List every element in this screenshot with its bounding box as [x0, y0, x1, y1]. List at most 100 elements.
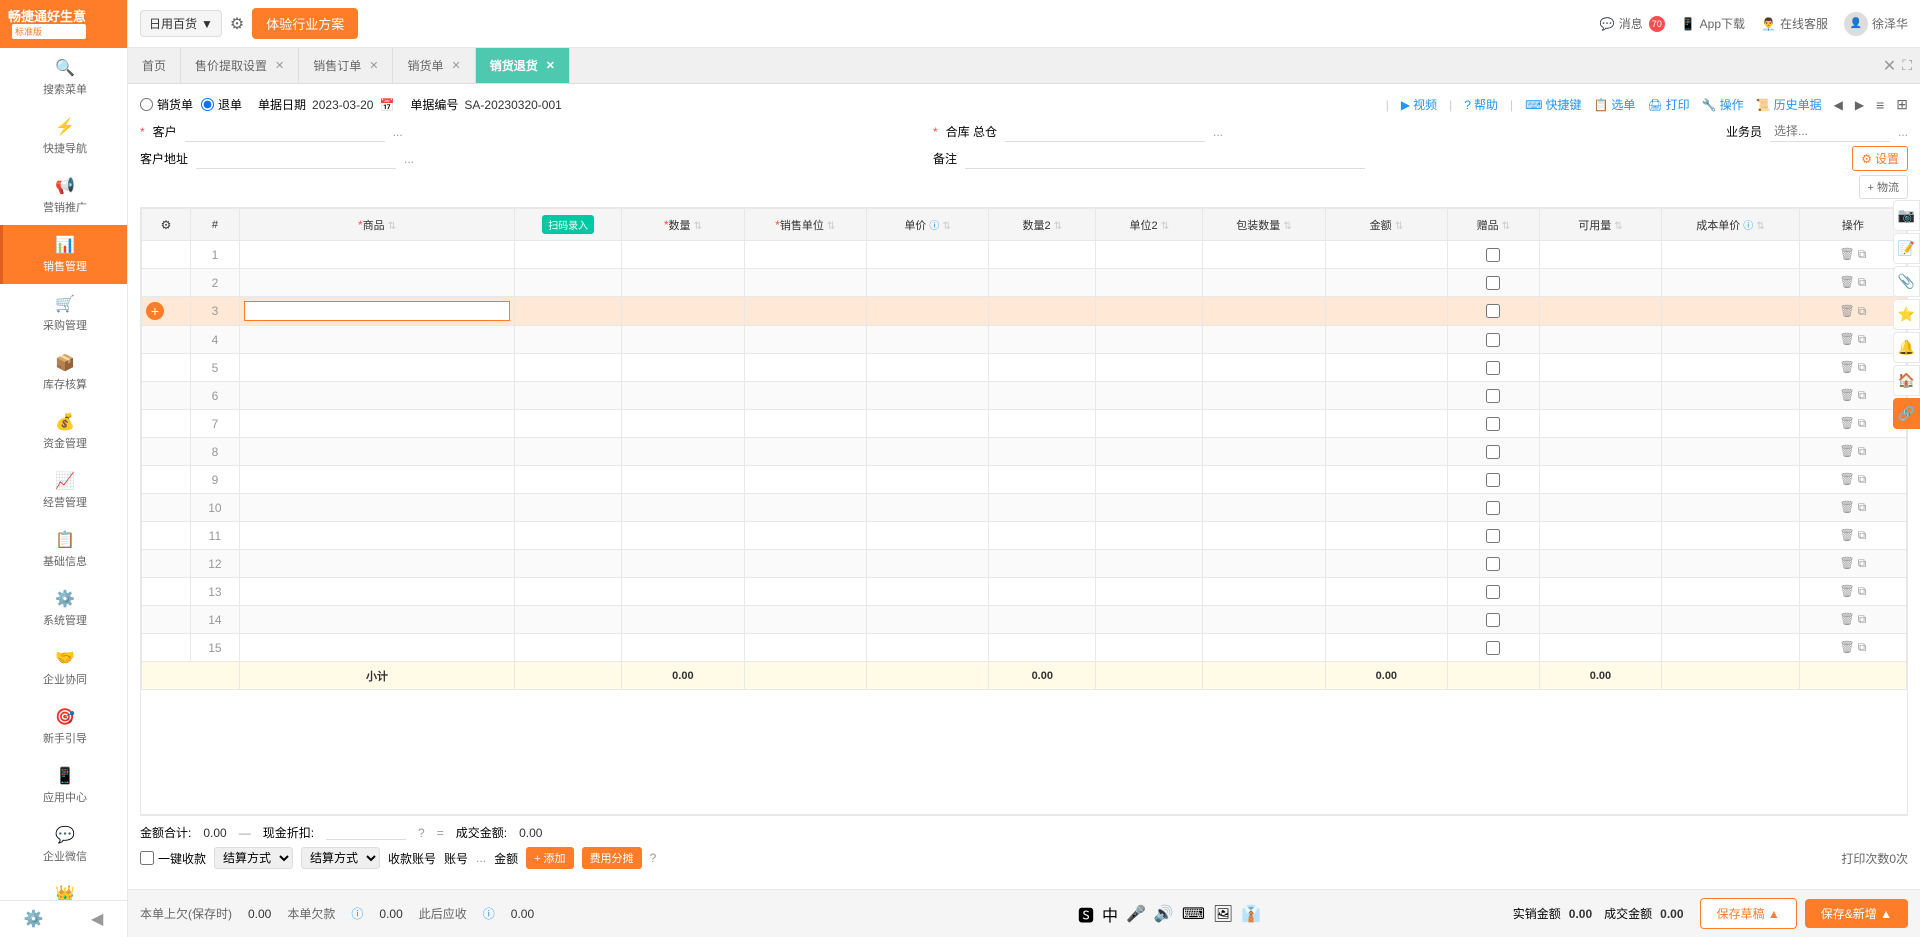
gift-checkbox[interactable] — [1486, 529, 1500, 543]
view-grid-icon[interactable]: ⊞ — [1896, 96, 1908, 113]
sidebar-item-newbie[interactable]: 🎯 新手引导 — [0, 697, 127, 756]
status-icon-5[interactable]: ⌨ — [1182, 904, 1205, 924]
tab-sales-order[interactable]: 销售订单 ✕ — [299, 48, 393, 83]
sidebar-item-inventory[interactable]: 📦 库存核算 — [0, 343, 127, 402]
print-action[interactable]: 🖨 打印 — [1647, 96, 1689, 113]
gift-checkbox[interactable] — [1486, 557, 1500, 571]
delete-btn[interactable]: 🗑 — [1839, 528, 1854, 542]
product-input[interactable] — [244, 301, 510, 321]
copy-btn[interactable]: ⧉ — [1858, 584, 1867, 598]
copy-btn[interactable]: ⧉ — [1858, 388, 1867, 402]
copy-btn[interactable]: ⧉ — [1858, 612, 1867, 626]
gift-checkbox[interactable] — [1486, 501, 1500, 515]
add-btn[interactable]: + 添加 — [526, 847, 573, 869]
settings-btn[interactable]: ⚙ 设置 — [1852, 146, 1908, 171]
settings-gear-icon[interactable]: ⚙ — [230, 14, 244, 34]
copy-btn[interactable]: ⧉ — [1858, 304, 1867, 318]
tab-sales-return[interactable]: 销货退货 ✕ — [476, 48, 570, 83]
tab-fullscreen-icon[interactable]: ⛶ — [1902, 57, 1912, 74]
delete-btn[interactable]: 🗑 — [1839, 640, 1854, 654]
delete-btn[interactable]: 🗑 — [1839, 584, 1854, 598]
status-icon-3[interactable]: 🎤 — [1126, 904, 1146, 924]
message-btn[interactable]: 💬 消息 70 — [1600, 15, 1665, 32]
copy-btn[interactable]: ⧉ — [1858, 500, 1867, 514]
tab-sales-close[interactable]: ✕ — [452, 59, 461, 72]
gift-checkbox[interactable] — [1486, 389, 1500, 403]
copy-btn[interactable]: ⧉ — [1858, 416, 1867, 430]
gift-checkbox[interactable] — [1486, 585, 1500, 599]
delete-btn[interactable]: 🗑 — [1839, 360, 1854, 374]
delete-btn[interactable]: 🗑 — [1839, 472, 1854, 486]
tab-pricing[interactable]: 售价提取设置 ✕ — [181, 48, 299, 83]
sidebar-item-wechat[interactable]: 💬 企业微信 — [0, 815, 127, 874]
customer-input[interactable] — [185, 121, 385, 142]
product-sort-icon[interactable]: ⇅ — [388, 221, 396, 232]
nav-next[interactable]: ▶ — [1855, 98, 1864, 112]
gift-checkbox[interactable] — [1486, 276, 1500, 290]
gift-checkbox[interactable] — [1486, 473, 1500, 487]
price-sort-icon[interactable]: ⇅ — [942, 221, 950, 232]
sidebar-item-member[interactable]: 👑 畅会员 — [0, 874, 127, 900]
sidebar-item-sales[interactable]: 📊 销售管理 — [0, 225, 127, 284]
copy-btn[interactable]: ⧉ — [1858, 332, 1867, 346]
tab-sales-order-close[interactable]: ✕ — [369, 59, 378, 72]
delete-btn[interactable]: 🗑 — [1839, 444, 1854, 458]
help-discount-icon[interactable]: ? — [418, 826, 425, 840]
staff-dots[interactable]: ... — [1898, 125, 1908, 139]
warehouse-input[interactable] — [1005, 121, 1205, 142]
calendar-icon[interactable]: 📅 — [379, 98, 394, 112]
float-btn-5[interactable]: 🔔 — [1893, 332, 1920, 363]
staff-input[interactable] — [1770, 121, 1890, 142]
pack-sort-icon[interactable]: ⇅ — [1283, 221, 1291, 232]
copy-btn[interactable]: ⧉ — [1858, 444, 1867, 458]
bottom-debt-info-icon[interactable]: ⓘ — [351, 905, 363, 922]
copy-btn[interactable]: ⧉ — [1858, 472, 1867, 486]
float-btn-2[interactable]: 📝 — [1893, 233, 1920, 264]
account-dots[interactable]: ... — [476, 851, 486, 865]
nav-prev[interactable]: ◀ — [1834, 98, 1843, 112]
fee-help-icon[interactable]: ? — [650, 851, 657, 865]
save-draft-btn[interactable]: 保存草稿 ▲ — [1700, 898, 1797, 929]
gift-checkbox[interactable] — [1486, 417, 1500, 431]
one-click-label[interactable]: 一键收款 — [140, 850, 206, 867]
gift-checkbox[interactable] — [1486, 248, 1500, 262]
bottom-receivable-info-icon[interactable]: ⓘ — [483, 905, 495, 922]
float-btn-4[interactable]: ⭐ — [1893, 299, 1920, 330]
unit2-sort-icon[interactable]: ⇅ — [1161, 221, 1169, 232]
sidebar-item-purchase[interactable]: 🛒 采购管理 — [0, 284, 127, 343]
one-click-checkbox[interactable] — [140, 851, 154, 865]
sidebar-item-enterprise[interactable]: 🤝 企业协同 — [0, 638, 127, 697]
copy-btn[interactable]: ⧉ — [1858, 360, 1867, 374]
available-sort-icon[interactable]: ⇅ — [1614, 221, 1622, 232]
sidebar-settings-btn[interactable]: ⚙️ — [24, 909, 44, 929]
gift-sort-icon[interactable]: ⇅ — [1502, 221, 1510, 232]
select-action[interactable]: 📋 选单 — [1593, 96, 1635, 113]
sidebar-item-operations[interactable]: 📈 经营管理 — [0, 461, 127, 520]
copy-btn[interactable]: ⧉ — [1858, 556, 1867, 570]
gift-checkbox[interactable] — [1486, 304, 1500, 318]
delete-btn[interactable]: 🗑 — [1839, 332, 1854, 346]
save-new-btn[interactable]: 保存&新增 ▲ — [1805, 899, 1908, 928]
account-method-select[interactable]: 结算方式 — [214, 847, 293, 869]
sidebar-item-system[interactable]: ⚙️ 系统管理 — [0, 579, 127, 638]
float-btn-1[interactable]: 📷 — [1893, 200, 1920, 231]
amount-sort-icon[interactable]: ⇅ — [1395, 221, 1403, 232]
sidebar-item-marketing[interactable]: 📢 营销推广 — [0, 166, 127, 225]
delete-btn[interactable]: 🗑 — [1839, 612, 1854, 626]
video-action[interactable]: ▶ 视频 — [1401, 96, 1437, 113]
view-list-icon[interactable]: ≡ — [1876, 97, 1884, 113]
col-settings-icon[interactable]: ⚙ — [161, 218, 172, 232]
status-icon-6[interactable]: 🖼 — [1213, 904, 1233, 924]
quantity2-sort-icon[interactable]: ⇅ — [1054, 221, 1062, 232]
copy-btn[interactable]: ⧉ — [1858, 247, 1867, 261]
app-download-btn[interactable]: 📱 App下载 — [1681, 15, 1745, 32]
trial-btn[interactable]: 体验行业方案 — [252, 8, 358, 39]
shortcut-action[interactable]: ⌨ 快捷键 — [1525, 96, 1581, 113]
tab-sales[interactable]: 销货单 ✕ — [393, 48, 475, 83]
status-icon-1[interactable]: 🆂 — [1078, 902, 1094, 926]
status-icon-4[interactable]: 🔊 — [1154, 904, 1174, 924]
status-icon-7[interactable]: 👔 — [1241, 904, 1261, 924]
tab-pricing-close[interactable]: ✕ — [275, 59, 284, 72]
gift-checkbox[interactable] — [1486, 641, 1500, 655]
customer-address-input[interactable] — [196, 148, 396, 169]
